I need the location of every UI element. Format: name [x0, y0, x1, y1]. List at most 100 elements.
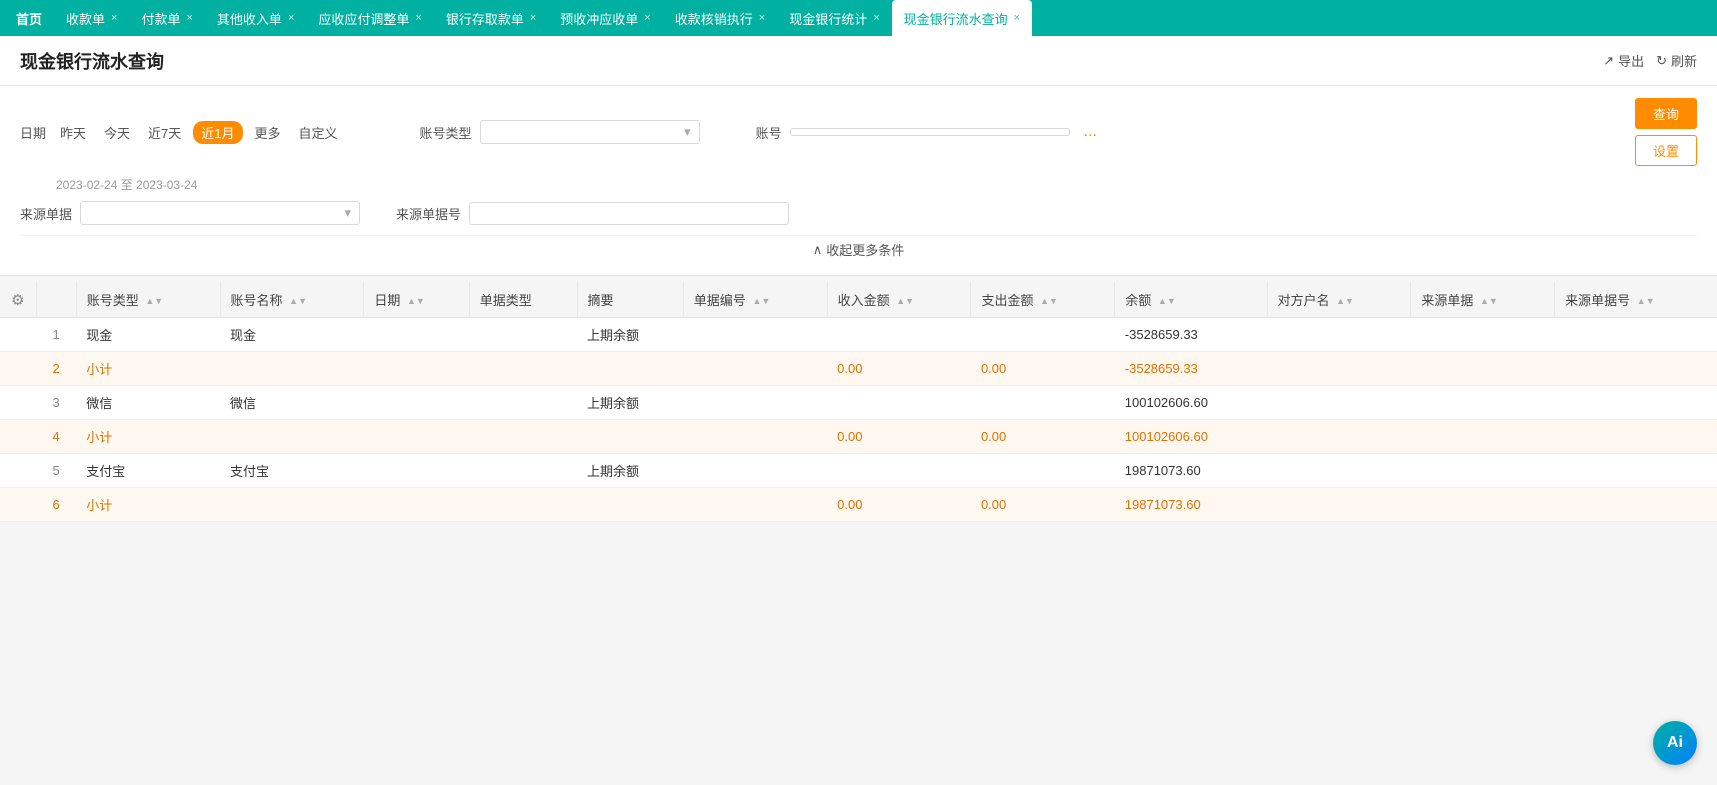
dots-button[interactable]: ...	[1078, 123, 1103, 141]
nav-tab-ar-ap-adjust[interactable]: 应收应付调整单 ×	[306, 0, 433, 36]
nav-tab-cash-bank-stat[interactable]: 现金银行统计 ×	[777, 0, 891, 36]
nav-tab-prepay-offset[interactable]: 预收冲应收单 ×	[548, 0, 662, 36]
cell-seq: 6	[36, 488, 76, 522]
sort-icon: ▲▼	[752, 297, 770, 306]
cell-source-voucher	[1411, 318, 1555, 352]
close-icon[interactable]: ×	[415, 12, 421, 24]
cell-counterparty	[1267, 420, 1411, 454]
col-account-type[interactable]: 账号类型 ▲▼	[76, 282, 220, 318]
filter-area: 日期 昨天 今天 近7天 近1月 更多 自定义 账号类型 ▾ 账号 ..	[0, 86, 1717, 276]
shortcut-custom[interactable]: 自定义	[293, 121, 344, 144]
cell-expense: 0.00	[971, 488, 1115, 522]
source-voucher-no-input[interactable]	[469, 202, 789, 225]
cell-source-voucher-no	[1555, 488, 1717, 522]
table-row: 5支付宝支付宝上期余额19871073.60	[0, 454, 1717, 488]
close-icon[interactable]: ×	[759, 12, 765, 24]
cell-date	[364, 488, 469, 522]
close-icon[interactable]: ×	[111, 12, 117, 24]
col-counterparty[interactable]: 对方户名 ▲▼	[1267, 282, 1411, 318]
account-type-select[interactable]: ▾	[480, 120, 700, 144]
cell-summary: 上期余额	[577, 318, 683, 352]
nav-tab-payment[interactable]: 付款单 ×	[129, 0, 204, 36]
filter-row-1: 日期 昨天 今天 近7天 近1月 更多 自定义 账号类型 ▾ 账号 ..	[20, 98, 1697, 166]
col-expense[interactable]: 支出金额 ▲▼	[971, 282, 1115, 318]
close-icon[interactable]: ×	[873, 12, 879, 24]
close-icon[interactable]: ×	[288, 12, 294, 24]
filter-row-2: 来源单据 ▾ 来源单据号	[20, 201, 1697, 225]
cell-expense: 0.00	[971, 352, 1115, 386]
col-seq	[36, 282, 76, 318]
sort-icon: ▲▼	[1040, 297, 1058, 306]
collapse-button[interactable]: ∧ 收起更多条件	[20, 235, 1697, 263]
cell-seq: 1	[36, 318, 76, 352]
shortcut-1month[interactable]: 近1月	[193, 121, 242, 144]
source-voucher-select[interactable]: ▾	[80, 201, 360, 225]
cell-balance: -3528659.33	[1115, 318, 1267, 352]
cell-summary: 上期余额	[577, 386, 683, 420]
col-voucher-type: 单据类型	[469, 282, 577, 318]
settings-button[interactable]: 设置	[1635, 135, 1697, 166]
cell-voucher-no	[683, 352, 827, 386]
col-date[interactable]: 日期 ▲▼	[364, 282, 469, 318]
close-icon[interactable]: ×	[186, 12, 192, 24]
cell-source-voucher-no	[1555, 420, 1717, 454]
cell-balance: 100102606.60	[1115, 420, 1267, 454]
cell-income	[827, 454, 971, 488]
account-no-input[interactable]	[790, 128, 1070, 136]
query-button[interactable]: 查询	[1635, 98, 1697, 129]
col-source-voucher-no[interactable]: 来源单据号 ▲▼	[1555, 282, 1717, 318]
cell-account-name: 支付宝	[220, 454, 364, 488]
table-area: ⚙ 账号类型 ▲▼ 账号名称 ▲▼ 日期 ▲▼ 单据类型	[0, 282, 1717, 522]
source-voucher-no-filter: 来源单据号	[396, 202, 789, 225]
page-title: 现金银行流水查询	[20, 48, 164, 74]
col-gear[interactable]: ⚙	[0, 282, 36, 318]
shortcut-more[interactable]: 更多	[249, 121, 287, 144]
page-header: 现金银行流水查询 ↗ 导出 ↻ 刷新	[0, 36, 1717, 86]
source-voucher-no-label: 来源单据号	[396, 204, 461, 223]
close-icon[interactable]: ×	[530, 12, 536, 24]
gear-icon[interactable]: ⚙	[11, 292, 24, 309]
table-row: 3微信微信上期余额100102606.60	[0, 386, 1717, 420]
cell-gear	[0, 318, 36, 352]
nav-tab-bank-deposit[interactable]: 银行存取款单 ×	[434, 0, 548, 36]
export-button[interactable]: ↗ 导出	[1603, 51, 1644, 70]
col-source-voucher[interactable]: 来源单据 ▲▼	[1411, 282, 1555, 318]
ai-assistant-button[interactable]: Ai	[1653, 721, 1697, 765]
refresh-button[interactable]: ↻ 刷新	[1656, 51, 1697, 70]
cell-voucher-type	[469, 488, 577, 522]
nav-tab-writeoff[interactable]: 收款核销执行 ×	[663, 0, 777, 36]
nav-tab-receipt[interactable]: 收款单 ×	[54, 0, 129, 36]
sort-icon: ▲▼	[896, 297, 914, 306]
sort-icon: ▲▼	[289, 297, 307, 306]
nav-tab-home[interactable]: 首页	[4, 0, 54, 36]
cell-source-voucher-no	[1555, 454, 1717, 488]
cell-voucher-type	[469, 454, 577, 488]
cell-account-type: 小计	[76, 488, 220, 522]
shortcut-yesterday[interactable]: 昨天	[54, 121, 92, 144]
cell-account-type: 微信	[76, 386, 220, 420]
col-income[interactable]: 收入金额 ▲▼	[827, 282, 971, 318]
shortcut-today[interactable]: 今天	[98, 121, 136, 144]
cell-account-name: 微信	[220, 386, 364, 420]
cell-gear	[0, 386, 36, 420]
cell-voucher-no	[683, 420, 827, 454]
cell-seq: 5	[36, 454, 76, 488]
cell-source-voucher-no	[1555, 318, 1717, 352]
nav-tab-other-income[interactable]: 其他收入单 ×	[205, 0, 306, 36]
cell-income: 0.00	[827, 488, 971, 522]
nav-tab-cash-flow-query[interactable]: 现金银行流水查询 ×	[892, 0, 1032, 36]
cell-seq: 2	[36, 352, 76, 386]
cell-account-name: 现金	[220, 318, 364, 352]
col-account-name[interactable]: 账号名称 ▲▼	[220, 282, 364, 318]
close-icon[interactable]: ×	[1014, 12, 1020, 24]
col-balance[interactable]: 余额 ▲▼	[1115, 282, 1267, 318]
cell-voucher-type	[469, 386, 577, 420]
collapse-up-icon: ∧	[813, 242, 823, 258]
cell-summary	[577, 420, 683, 454]
shortcut-7days[interactable]: 近7天	[142, 121, 187, 144]
col-voucher-no[interactable]: 单据编号 ▲▼	[683, 282, 827, 318]
sort-icon: ▲▼	[1158, 297, 1176, 306]
cell-source-voucher	[1411, 386, 1555, 420]
cell-date	[364, 318, 469, 352]
close-icon[interactable]: ×	[644, 12, 650, 24]
